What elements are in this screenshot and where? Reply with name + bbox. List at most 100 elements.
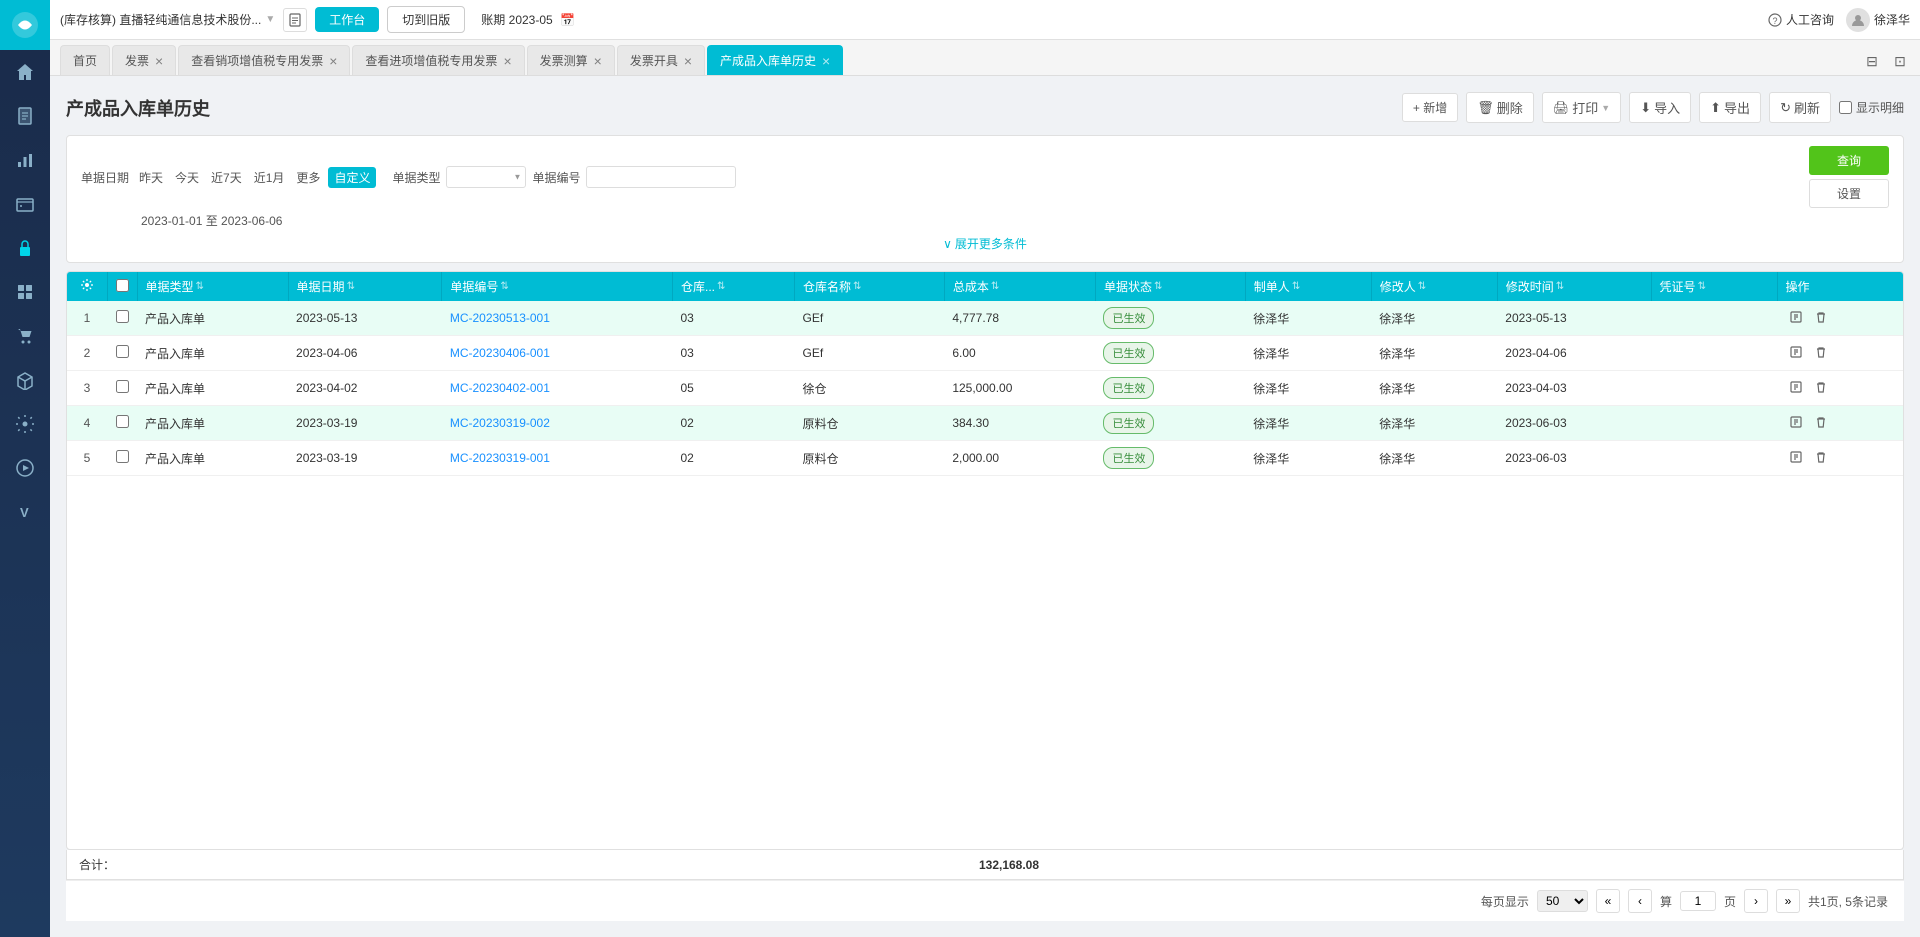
switch-old-button[interactable]: 切到旧版: [387, 6, 465, 33]
col-creator-header[interactable]: 制单人: [1245, 272, 1371, 301]
sidebar-item-analytics[interactable]: [0, 138, 50, 182]
new-button[interactable]: + 新增: [1402, 93, 1458, 122]
sidebar-item-cart[interactable]: [0, 314, 50, 358]
date-1month[interactable]: 近1月: [250, 167, 289, 188]
sidebar-item-box[interactable]: [0, 358, 50, 402]
tab-product-history[interactable]: 产成品入库单历史 ×: [707, 45, 843, 75]
col-modify-time-header[interactable]: 修改时间: [1497, 272, 1651, 301]
col-wh-code-header[interactable]: 仓库...: [672, 272, 794, 301]
delete-row-button[interactable]: [1810, 343, 1832, 364]
tab-purchase-vat[interactable]: 查看进项增值税专用发票 ×: [352, 45, 524, 75]
tab-sales-vat[interactable]: 查看销项增值税专用发票 ×: [178, 45, 350, 75]
print-button[interactable]: 🖨 打印 ▼: [1542, 92, 1621, 123]
calendar-icon[interactable]: 📅: [560, 13, 575, 27]
show-detail-checkbox-label[interactable]: 显示明细: [1839, 99, 1904, 116]
col-settings-icon[interactable]: [67, 272, 107, 301]
sidebar-item-play[interactable]: [0, 446, 50, 490]
row-checkbox[interactable]: [116, 380, 129, 393]
tab-invoice-open-close[interactable]: ×: [684, 54, 692, 68]
row-number-link[interactable]: MC-20230402-001: [450, 381, 550, 395]
per-page-select[interactable]: 50 100 200: [1537, 890, 1588, 912]
import-button[interactable]: ⬇ 导入: [1629, 92, 1691, 123]
row-checkbox[interactable]: [116, 415, 129, 428]
row-checkbox-cell[interactable]: [107, 336, 137, 371]
row-number-link[interactable]: MC-20230319-001: [450, 451, 550, 465]
type-select[interactable]: [446, 166, 526, 188]
window-minimize-button[interactable]: ⊟: [1862, 51, 1882, 71]
tab-invoice[interactable]: 发票 ×: [112, 45, 176, 75]
doc-icon[interactable]: [283, 8, 307, 32]
row-checkbox-cell[interactable]: [107, 406, 137, 441]
sidebar-item-lock[interactable]: [0, 226, 50, 270]
col-voucher-header[interactable]: 凭证号: [1651, 272, 1777, 301]
sidebar-item-home[interactable]: [0, 50, 50, 94]
last-page-button[interactable]: »: [1776, 889, 1800, 913]
export-button[interactable]: ⬆ 导出: [1699, 92, 1761, 123]
tab-home[interactable]: 首页: [60, 45, 110, 75]
col-number-header[interactable]: 单据编号: [442, 272, 673, 301]
set-button[interactable]: 设置: [1809, 179, 1889, 208]
edit-button[interactable]: [1785, 343, 1807, 364]
row-number[interactable]: MC-20230513-001: [442, 301, 673, 336]
col-status-header[interactable]: 单据状态: [1095, 272, 1245, 301]
tab-product-history-close[interactable]: ×: [822, 54, 830, 68]
page-number-input[interactable]: [1680, 891, 1716, 911]
tab-invoice-calc[interactable]: 发票测算 ×: [527, 45, 615, 75]
row-number-link[interactable]: MC-20230406-001: [450, 346, 550, 360]
date-more[interactable]: 更多: [292, 167, 324, 188]
col-modifier-header[interactable]: 修改人: [1371, 272, 1497, 301]
row-checkbox[interactable]: [116, 310, 129, 323]
date-yesterday[interactable]: 昨天: [135, 167, 167, 188]
edit-button[interactable]: [1785, 413, 1807, 434]
tab-invoice-close[interactable]: ×: [155, 54, 163, 68]
window-maximize-button[interactable]: ⊡: [1890, 51, 1910, 71]
col-wh-name-header[interactable]: 仓库名称: [795, 272, 945, 301]
first-page-button[interactable]: «: [1596, 889, 1620, 913]
date-today[interactable]: 今天: [171, 167, 203, 188]
delete-button[interactable]: 🗑 删除: [1466, 92, 1534, 123]
row-checkbox[interactable]: [116, 345, 129, 358]
edit-button[interactable]: [1785, 308, 1807, 329]
user-menu[interactable]: 徐泽华: [1846, 8, 1910, 32]
tab-invoice-calc-close[interactable]: ×: [594, 54, 602, 68]
workbench-button[interactable]: 工作台: [315, 7, 379, 32]
col-type-header[interactable]: 单据类型: [137, 272, 288, 301]
refresh-button[interactable]: ↻ 刷新: [1769, 92, 1831, 123]
delete-row-button[interactable]: [1810, 413, 1832, 434]
row-checkbox-cell[interactable]: [107, 371, 137, 406]
row-number[interactable]: MC-20230402-001: [442, 371, 673, 406]
company-dropdown-icon[interactable]: ▼: [265, 14, 275, 25]
col-date-header[interactable]: 单据日期: [288, 272, 442, 301]
sidebar-item-document[interactable]: [0, 94, 50, 138]
row-number[interactable]: MC-20230406-001: [442, 336, 673, 371]
sidebar-item-finance[interactable]: [0, 182, 50, 226]
row-checkbox[interactable]: [116, 450, 129, 463]
help-link[interactable]: ? 人工咨询: [1768, 11, 1834, 28]
query-button[interactable]: 查询: [1809, 146, 1889, 175]
delete-row-button[interactable]: [1810, 378, 1832, 399]
print-dropdown-icon[interactable]: ▼: [1601, 103, 1610, 113]
row-number[interactable]: MC-20230319-001: [442, 441, 673, 476]
row-number-link[interactable]: MC-20230513-001: [450, 311, 550, 325]
row-checkbox-cell[interactable]: [107, 441, 137, 476]
sidebar-item-v[interactable]: V: [0, 490, 50, 534]
col-select-all[interactable]: [107, 272, 137, 301]
tab-invoice-open[interactable]: 发票开具 ×: [617, 45, 705, 75]
delete-row-button[interactable]: [1810, 448, 1832, 469]
sidebar-item-grid[interactable]: [0, 270, 50, 314]
edit-button[interactable]: [1785, 378, 1807, 399]
row-number-link[interactable]: MC-20230319-002: [450, 416, 550, 430]
row-number[interactable]: MC-20230319-002: [442, 406, 673, 441]
row-checkbox-cell[interactable]: [107, 301, 137, 336]
prev-page-button[interactable]: ‹: [1628, 889, 1652, 913]
edit-button[interactable]: [1785, 448, 1807, 469]
delete-row-button[interactable]: [1810, 308, 1832, 329]
col-cost-header[interactable]: 总成本: [944, 272, 1095, 301]
number-filter-input[interactable]: [586, 166, 736, 188]
date-custom[interactable]: 自定义: [328, 167, 376, 188]
tab-sales-vat-close[interactable]: ×: [329, 54, 337, 68]
sidebar-item-settings[interactable]: [0, 402, 50, 446]
show-detail-checkbox[interactable]: [1839, 101, 1852, 114]
tab-purchase-vat-close[interactable]: ×: [503, 54, 511, 68]
date-7days[interactable]: 近7天: [207, 167, 246, 188]
